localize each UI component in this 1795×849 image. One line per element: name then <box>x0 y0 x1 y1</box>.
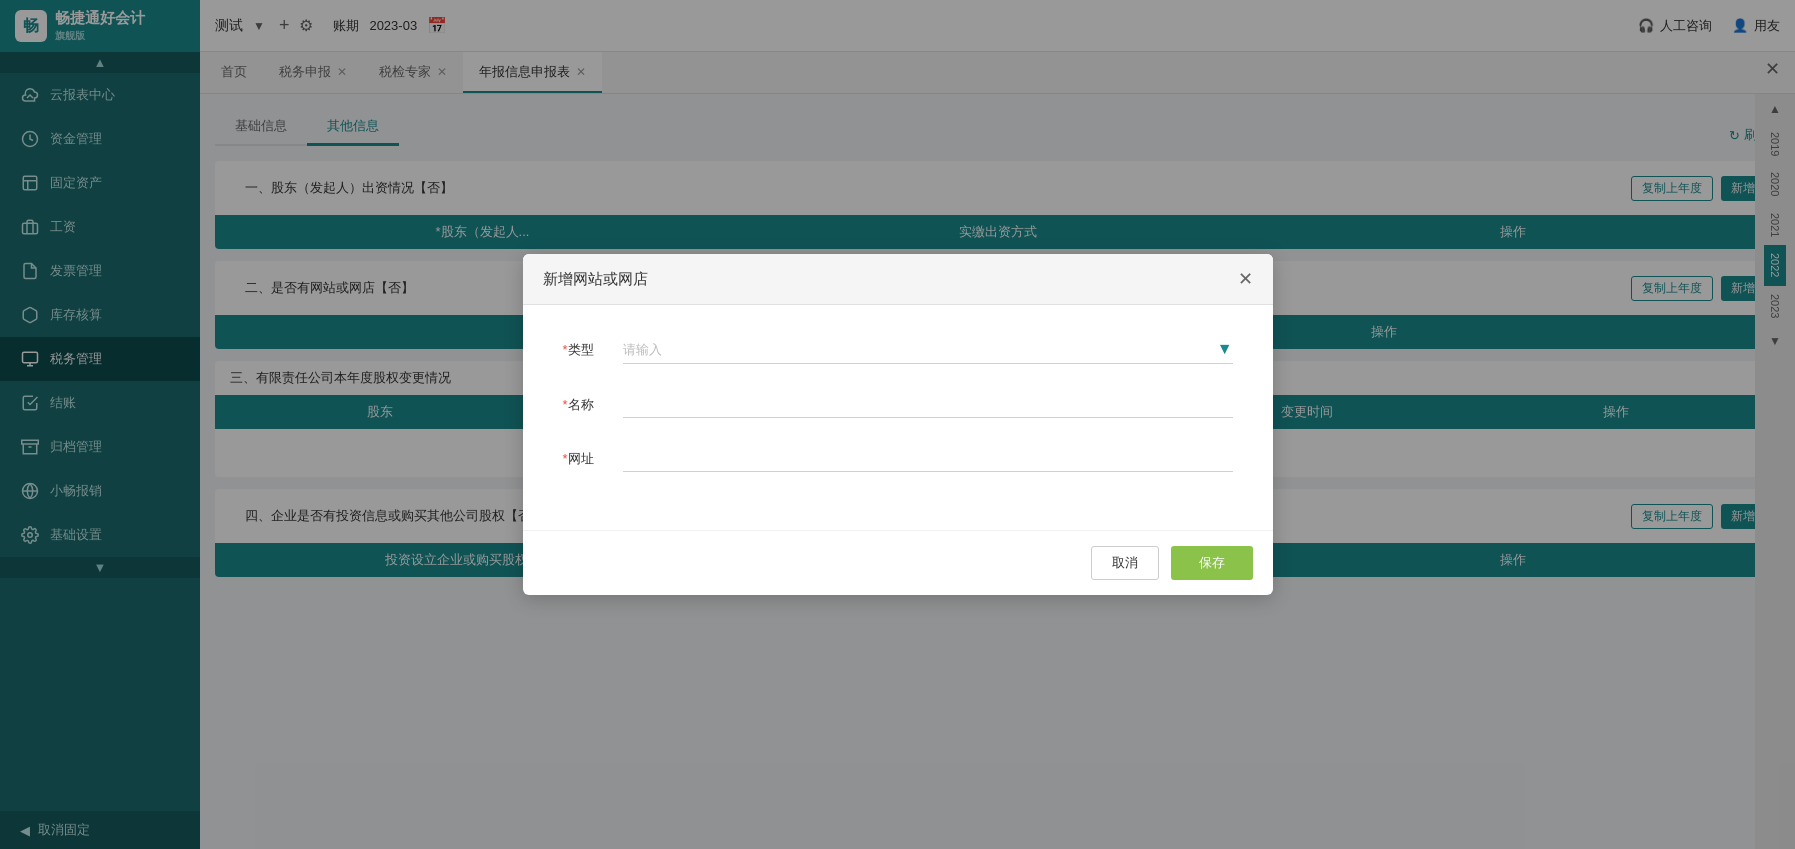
dialog-title: 新增网站或网店 <box>543 270 648 289</box>
form-field-type: *类型 ▼ <box>563 335 1233 364</box>
form-field-name: *名称 <box>563 392 1233 418</box>
dialog-close-button[interactable]: ✕ <box>1238 268 1253 290</box>
url-input-wrap <box>623 446 1233 472</box>
type-label: *类型 <box>563 341 623 359</box>
save-button[interactable]: 保存 <box>1171 546 1253 580</box>
name-input-wrap <box>623 392 1233 418</box>
type-dropdown-icon[interactable]: ▼ <box>1217 340 1233 358</box>
dialog-body: *类型 ▼ *名称 *网址 <box>523 305 1273 530</box>
cancel-button[interactable]: 取消 <box>1091 546 1159 580</box>
dialog-overlay: 新增网站或网店 ✕ *类型 ▼ *名称 <box>0 0 1795 849</box>
url-label: *网址 <box>563 450 623 468</box>
form-field-url: *网址 <box>563 446 1233 472</box>
add-website-dialog: 新增网站或网店 ✕ *类型 ▼ *名称 <box>523 254 1273 595</box>
name-input[interactable] <box>623 397 1233 412</box>
type-input[interactable] <box>623 342 1217 357</box>
dialog-header: 新增网站或网店 ✕ <box>523 254 1273 305</box>
type-input-wrap: ▼ <box>623 335 1233 364</box>
name-label: *名称 <box>563 396 623 414</box>
dialog-footer: 取消 保存 <box>523 530 1273 595</box>
url-input[interactable] <box>623 451 1233 466</box>
